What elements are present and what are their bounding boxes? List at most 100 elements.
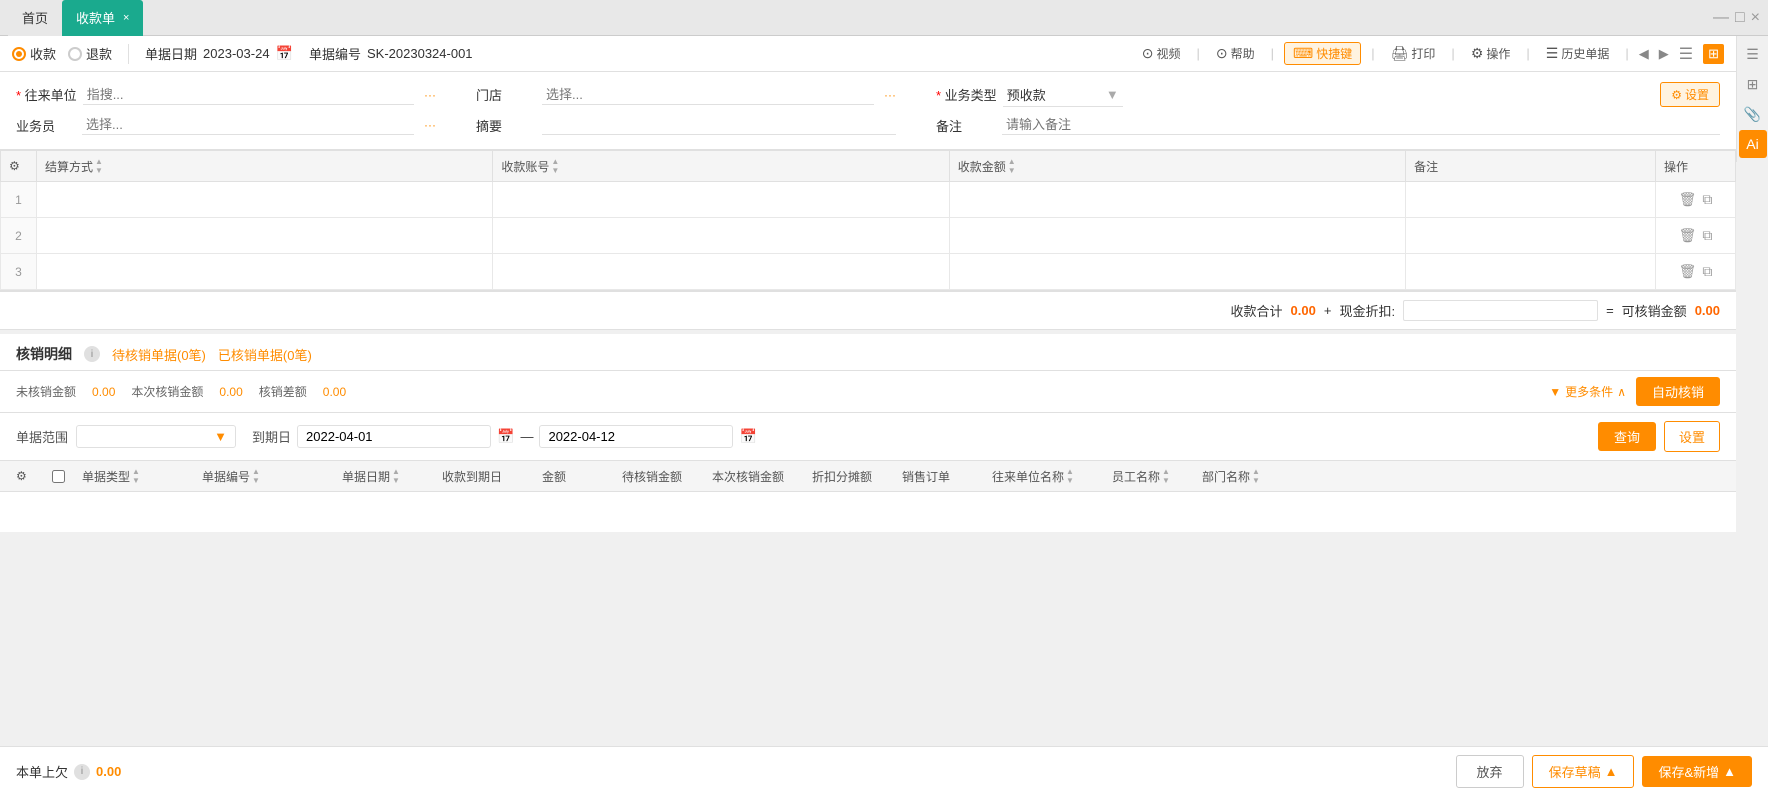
remarks-input[interactable] bbox=[1002, 115, 1720, 135]
receipt-radio[interactable]: 收款 bbox=[12, 44, 56, 63]
nav-next-icon[interactable]: ▶ bbox=[1659, 46, 1669, 62]
table-gear-header[interactable]: ⚙ bbox=[1, 151, 37, 182]
bth-checkbox[interactable] bbox=[44, 470, 74, 483]
help-btn[interactable]: ⊙ 帮助 bbox=[1210, 43, 1261, 64]
delete-icon-2[interactable]: 🗑 bbox=[1679, 227, 1697, 244]
operation-btn[interactable]: ⚙ 操作 bbox=[1465, 43, 1517, 64]
total-label: 收款合计 bbox=[1231, 301, 1283, 320]
store-input[interactable] bbox=[542, 85, 874, 105]
copy-icon-2[interactable]: ⧉ bbox=[1702, 227, 1712, 244]
cell-amount-2[interactable] bbox=[949, 218, 1405, 254]
discard-button[interactable]: 放弃 bbox=[1456, 755, 1524, 788]
nav-prev-icon[interactable]: ◀ bbox=[1639, 46, 1649, 62]
minimize-icon[interactable]: — bbox=[1713, 9, 1729, 27]
sort-arrows-bt5: ▲▼ bbox=[1162, 467, 1170, 485]
summary-input[interactable] bbox=[542, 115, 896, 135]
cal-to-icon[interactable]: 📅 bbox=[739, 428, 756, 445]
cell-account-1[interactable] bbox=[493, 182, 949, 218]
maximize-icon[interactable]: □ bbox=[1735, 9, 1745, 27]
shortcut-btn[interactable]: ⌨ 快捷键 bbox=[1284, 42, 1361, 65]
auto-verify-button[interactable]: 自动核销 bbox=[1636, 377, 1720, 406]
copy-icon-1[interactable]: ⧉ bbox=[1702, 191, 1712, 208]
bth-gear[interactable]: ⚙ bbox=[8, 469, 44, 483]
diff-value: 0.00 bbox=[323, 385, 346, 399]
bth-discount: 折扣分摊额 bbox=[804, 468, 894, 485]
filter-summary-row: 未核销金额 0.00 本次核销金额 0.00 核销差额 0.00 ▼ 更多条件 … bbox=[0, 371, 1736, 413]
sidebar-table-icon[interactable]: ☰ bbox=[1739, 40, 1767, 68]
delete-icon-1[interactable]: 🗑 bbox=[1679, 191, 1697, 208]
discount-input[interactable] bbox=[1403, 300, 1598, 321]
select-all-checkbox[interactable] bbox=[52, 470, 65, 483]
summary-label: 摘要 bbox=[476, 116, 536, 135]
cal-from-icon[interactable]: 📅 bbox=[497, 428, 514, 445]
cell-settlement-3[interactable] bbox=[37, 254, 493, 290]
help-label: 帮助 bbox=[1231, 45, 1255, 62]
partner-label: 往来单位 bbox=[16, 85, 77, 104]
cell-settlement-1[interactable] bbox=[37, 182, 493, 218]
due-date-to[interactable] bbox=[539, 425, 733, 448]
date-range-dropdown[interactable]: ▼ bbox=[76, 425, 236, 448]
tab-receipt[interactable]: 收款单 × bbox=[62, 0, 143, 36]
tab-close-icon[interactable]: × bbox=[123, 12, 129, 24]
save-draft-label: 保存草稿 bbox=[1549, 762, 1601, 781]
list-view-icon[interactable]: ☰ bbox=[1679, 44, 1693, 64]
pending-tab[interactable]: 待核销单据(0笔) bbox=[112, 345, 206, 364]
window-close-icon[interactable]: × bbox=[1751, 9, 1760, 27]
th-remarks: 备注 bbox=[1406, 151, 1656, 182]
staff-more-icon[interactable]: ··· bbox=[424, 118, 436, 132]
partner-input[interactable] bbox=[83, 85, 414, 105]
history-btn[interactable]: ☰ 历史单据 bbox=[1540, 43, 1616, 64]
biz-type-dropdown[interactable]: 预收款 ▼ bbox=[1003, 83, 1123, 107]
delete-icon-3[interactable]: 🗑 bbox=[1679, 263, 1697, 280]
sidebar-chat-icon[interactable]: Ai bbox=[1739, 130, 1767, 158]
copy-icon-3[interactable]: ⧉ bbox=[1702, 263, 1712, 280]
done-tab[interactable]: 已核销单据(0笔) bbox=[218, 345, 312, 364]
staff-label: 业务员 bbox=[16, 116, 76, 135]
card-view-icon[interactable]: ⊞ bbox=[1703, 44, 1724, 64]
window-controls: — □ × bbox=[1713, 9, 1760, 27]
print-btn[interactable]: 🖨 打印 bbox=[1385, 43, 1442, 64]
video-btn[interactable]: ⊙ 视频 bbox=[1136, 43, 1187, 64]
more-conditions-btn[interactable]: ▼ 更多条件 ∧ bbox=[1549, 383, 1626, 400]
due-date-from[interactable] bbox=[297, 425, 491, 448]
calendar-icon[interactable]: 📅 bbox=[276, 45, 293, 62]
bth-current: 本次核销金额 bbox=[704, 468, 804, 485]
number-label: 单据编号 bbox=[309, 44, 361, 63]
tab-home[interactable]: 首页 bbox=[8, 0, 62, 36]
cell-remarks-3[interactable] bbox=[1406, 254, 1656, 290]
sort-arrows-bt6: ▲▼ bbox=[1252, 467, 1260, 485]
bottom-table-body bbox=[0, 492, 1736, 532]
save-new-button[interactable]: 保存&新增 ▲ bbox=[1642, 756, 1752, 787]
verification-info-icon[interactable]: i bbox=[84, 346, 100, 362]
store-more-icon[interactable]: ··· bbox=[884, 88, 896, 102]
th-settlement: 结算方式 ▲▼ bbox=[37, 151, 493, 182]
cell-amount-3[interactable] bbox=[949, 254, 1405, 290]
cell-amount-1[interactable] bbox=[949, 182, 1405, 218]
settings-button[interactable]: ⚙ 设置 bbox=[1660, 82, 1720, 107]
bth-number: 单据编号▲▼ bbox=[194, 467, 334, 485]
query-button[interactable]: 查询 bbox=[1598, 422, 1656, 451]
bth-discount-label: 折扣分摊额 bbox=[812, 468, 872, 485]
sort-arrows: ▲▼ bbox=[95, 157, 103, 175]
staff-input[interactable] bbox=[82, 115, 414, 135]
shortcut-label: 快捷键 bbox=[1316, 45, 1352, 62]
cell-remarks-2[interactable] bbox=[1406, 218, 1656, 254]
sidebar-attach-icon[interactable]: 📎 bbox=[1739, 100, 1767, 128]
cell-settlement-2[interactable] bbox=[37, 218, 493, 254]
current-verify-value: 0.00 bbox=[219, 385, 242, 399]
sidebar-grid-icon[interactable]: ⊞ bbox=[1739, 70, 1767, 98]
sort-arrows-2: ▲▼ bbox=[551, 157, 559, 175]
settings-query-button[interactable]: 设置 bbox=[1664, 421, 1720, 452]
cell-remarks-1[interactable] bbox=[1406, 182, 1656, 218]
verification-section-header: 核销明细 i 待核销单据(0笔) 已核销单据(0笔) bbox=[0, 334, 1736, 371]
sort-arrows-bt1: ▲▼ bbox=[132, 467, 140, 485]
sort-arrows-3: ▲▼ bbox=[1008, 157, 1016, 175]
save-draft-button[interactable]: 保存草稿 ▲ bbox=[1532, 755, 1635, 788]
footer: 本单上欠 i 0.00 放弃 保存草稿 ▲ 保存&新增 ▲ bbox=[0, 746, 1768, 796]
video-icon: ⊙ bbox=[1142, 45, 1154, 62]
cell-account-3[interactable] bbox=[493, 254, 949, 290]
refund-radio[interactable]: 退款 bbox=[68, 44, 112, 63]
partner-more-icon[interactable]: ··· bbox=[424, 88, 436, 102]
cell-account-2[interactable] bbox=[493, 218, 949, 254]
footer-info-icon[interactable]: i bbox=[74, 764, 90, 780]
